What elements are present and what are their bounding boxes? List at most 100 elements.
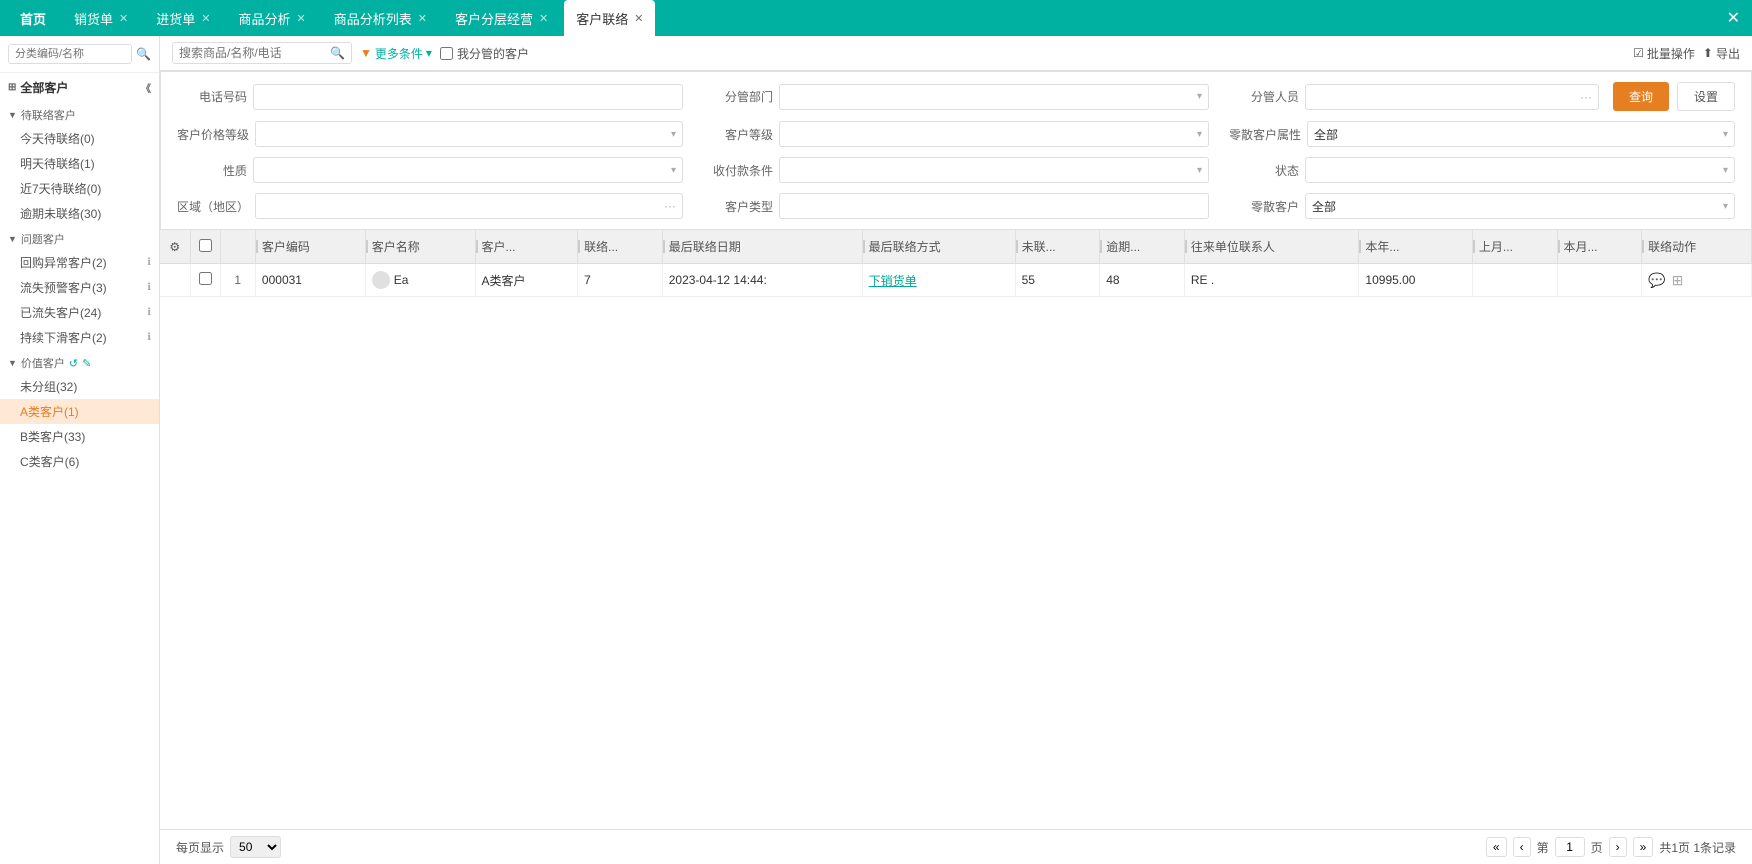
filter-input-retail-customer[interactable]: 全部▾ (1305, 193, 1735, 219)
col-gear[interactable]: ⚙ (160, 230, 190, 264)
sidebar-item-c-class[interactable]: C类客户(6) (0, 449, 159, 474)
tab-home[interactable]: 首页 (8, 0, 58, 36)
my-customer-checkbox-area[interactable]: 我分管的客户 (440, 45, 529, 62)
col-last-month[interactable]: 上月... (1472, 230, 1557, 264)
filter-input-nature[interactable]: ▾ (253, 157, 683, 183)
query-btn[interactable]: 查询 (1613, 82, 1669, 111)
sidebar-item-unclassified[interactable]: 未分组(32) (0, 374, 159, 399)
select-all-checkbox[interactable] (199, 239, 212, 252)
filter-right-actions: ☑ 批量操作 ⬆ 导出 (1633, 45, 1740, 62)
retail-customer-arrow: ▾ (1723, 201, 1728, 212)
col-overdue[interactable]: 逾期... (1100, 230, 1185, 264)
sidebar-item-7days[interactable]: 近7天待联络(0) (0, 176, 159, 201)
filter-input-manager[interactable]: ··· (1305, 84, 1599, 110)
tab-customer-tier[interactable]: 客户分层经营 ✕ (443, 0, 560, 36)
filter-input-phone[interactable] (253, 84, 683, 110)
td-checkbox[interactable] (190, 264, 220, 297)
main-search-input[interactable] (179, 46, 326, 60)
tab-sales[interactable]: 销货单 ✕ (62, 0, 140, 36)
next-page-btn[interactable]: › (1609, 837, 1627, 857)
total-records: 共1页 1条记录 (1659, 839, 1736, 856)
filter-label-status: 状态 (1229, 162, 1299, 179)
col-last-date[interactable]: 最后联络日期 (662, 230, 862, 264)
row-checkbox[interactable] (199, 272, 212, 285)
filter-row-nature: 性质 ▾ (177, 157, 683, 183)
sidebar-item-churned[interactable]: 已流失客户(24) ℹ (0, 300, 159, 325)
sidebar-collapse-icon[interactable]: 《 (141, 80, 151, 95)
page-number-input[interactable] (1555, 837, 1585, 857)
page-size-select[interactable]: 50 10 20 100 (230, 836, 281, 858)
col-contact-person[interactable]: 往来单位联系人 (1184, 230, 1359, 264)
col-contact[interactable]: 联络... (578, 230, 663, 264)
close-tab-analysis-list[interactable]: ✕ (418, 12, 427, 25)
sidebar: 🔍 ⊞ 全部客户 《 ▼ 待联络客户 今天待联络(0) 明天待联络(1) 近7天… (0, 36, 160, 864)
close-all-tabs[interactable]: ✕ (1727, 8, 1740, 28)
action-qr-icon[interactable]: ⊞ (1672, 272, 1684, 289)
sidebar-item-today[interactable]: 今天待联络(0) (0, 126, 159, 151)
main-search-icon[interactable]: 🔍 (330, 46, 345, 60)
more-filters-btn[interactable]: ▼ 更多条件 ▾ (360, 45, 432, 62)
filter-input-region[interactable]: ··· (255, 193, 683, 219)
sidebar-item-declining[interactable]: 持续下滑客户(2) ℹ (0, 325, 159, 350)
filter-row-phone: 电话号码 (177, 82, 683, 111)
col-name[interactable]: 客户名称 (365, 230, 475, 264)
action-chat-icon[interactable]: 💬 (1648, 272, 1665, 289)
export-btn[interactable]: ⬆ 导出 (1703, 45, 1740, 62)
close-tab-customer-tier[interactable]: ✕ (539, 12, 548, 25)
filter-input-payment[interactable]: ▾ (779, 157, 1209, 183)
top-nav: 首页 销货单 ✕ 进货单 ✕ 商品分析 ✕ 商品分析列表 ✕ 客户分层经营 ✕ … (0, 0, 1752, 36)
col-last-method[interactable]: 最后联络方式 (862, 230, 1015, 264)
filter-icon: ▼ (360, 46, 372, 60)
td-last-method[interactable]: 下销货单 (862, 264, 1015, 297)
tab-customer-contact[interactable]: 客户联络 ✕ (564, 0, 655, 36)
refresh-icon[interactable]: ↺ (69, 357, 78, 370)
tab-analysis-list[interactable]: 商品分析列表 ✕ (322, 0, 439, 36)
td-overdue: 48 (1100, 264, 1185, 297)
col-select-all[interactable] (190, 230, 220, 264)
col-this-month[interactable]: 本月... (1557, 230, 1642, 264)
sidebar-group-pending[interactable]: ▼ 待联络客户 (0, 102, 159, 126)
col-no-contact[interactable]: 未联... (1015, 230, 1100, 264)
col-type[interactable]: 客户... (475, 230, 578, 264)
filter-input-dept[interactable]: ▾ (779, 84, 1209, 110)
sidebar-item-a-class[interactable]: A类客户(1) (0, 399, 159, 424)
prev-page-btn[interactable]: ‹ (1513, 837, 1531, 857)
sidebar-item-tomorrow[interactable]: 明天待联络(1) (0, 151, 159, 176)
batch-op-btn[interactable]: ☑ 批量操作 (1633, 45, 1695, 62)
last-page-btn[interactable]: » (1633, 837, 1654, 857)
close-tab-purchase[interactable]: ✕ (201, 12, 210, 25)
filter-input-customer-level[interactable]: ▾ (779, 121, 1209, 147)
col-code[interactable]: 客户编码 (255, 230, 365, 264)
sidebar-item-b-class[interactable]: B类客户(33) (0, 424, 159, 449)
filter-input-customer-type[interactable] (779, 193, 1209, 219)
price-level-arrow: ▾ (671, 129, 676, 140)
close-tab-analysis[interactable]: ✕ (297, 12, 306, 25)
sidebar-all-customers[interactable]: ⊞ 全部客户 《 (0, 73, 159, 102)
edit-group-icon[interactable]: ✎ (82, 357, 91, 370)
sidebar-search-input[interactable] (8, 44, 132, 64)
sidebar-group-value[interactable]: ▼ 价值客户 ↺ ✎ (0, 350, 159, 374)
first-page-btn[interactable]: « (1486, 837, 1507, 857)
more-filters-chevron: ▾ (426, 46, 432, 60)
filter-label-nature: 性质 (177, 162, 247, 179)
triangle-icon3: ▼ (8, 358, 17, 368)
filter-row-payment: 收付款条件 ▾ (703, 157, 1209, 183)
sidebar-item-overdue[interactable]: 逾期未联络(30) (0, 201, 159, 226)
table-footer: 每页显示 50 10 20 100 « ‹ 第 页 › » 共1页 1条记录 (160, 829, 1752, 864)
nature-arrow: ▾ (671, 165, 676, 176)
filter-input-price-level[interactable]: ▾ (255, 121, 683, 147)
sidebar-item-repurchase-abnormal[interactable]: 回购异常客户(2) ℹ (0, 250, 159, 275)
col-num (220, 230, 255, 264)
my-customer-checkbox[interactable] (440, 47, 453, 60)
sidebar-search-icon[interactable]: 🔍 (136, 47, 151, 61)
sidebar-item-churn-warning[interactable]: 流失预警客户(3) ℹ (0, 275, 159, 300)
tab-analysis[interactable]: 商品分析 ✕ (226, 0, 317, 36)
close-tab-sales[interactable]: ✕ (119, 12, 128, 25)
close-tab-customer-contact[interactable]: ✕ (634, 12, 643, 25)
col-this-year[interactable]: 本年... (1359, 230, 1472, 264)
filter-input-retail-attr[interactable]: 全部▾ (1307, 121, 1735, 147)
settings-btn[interactable]: 设置 (1677, 82, 1735, 111)
sidebar-group-problem[interactable]: ▼ 问题客户 (0, 226, 159, 250)
filter-input-status[interactable]: ▾ (1305, 157, 1735, 183)
tab-purchase[interactable]: 进货单 ✕ (144, 0, 222, 36)
